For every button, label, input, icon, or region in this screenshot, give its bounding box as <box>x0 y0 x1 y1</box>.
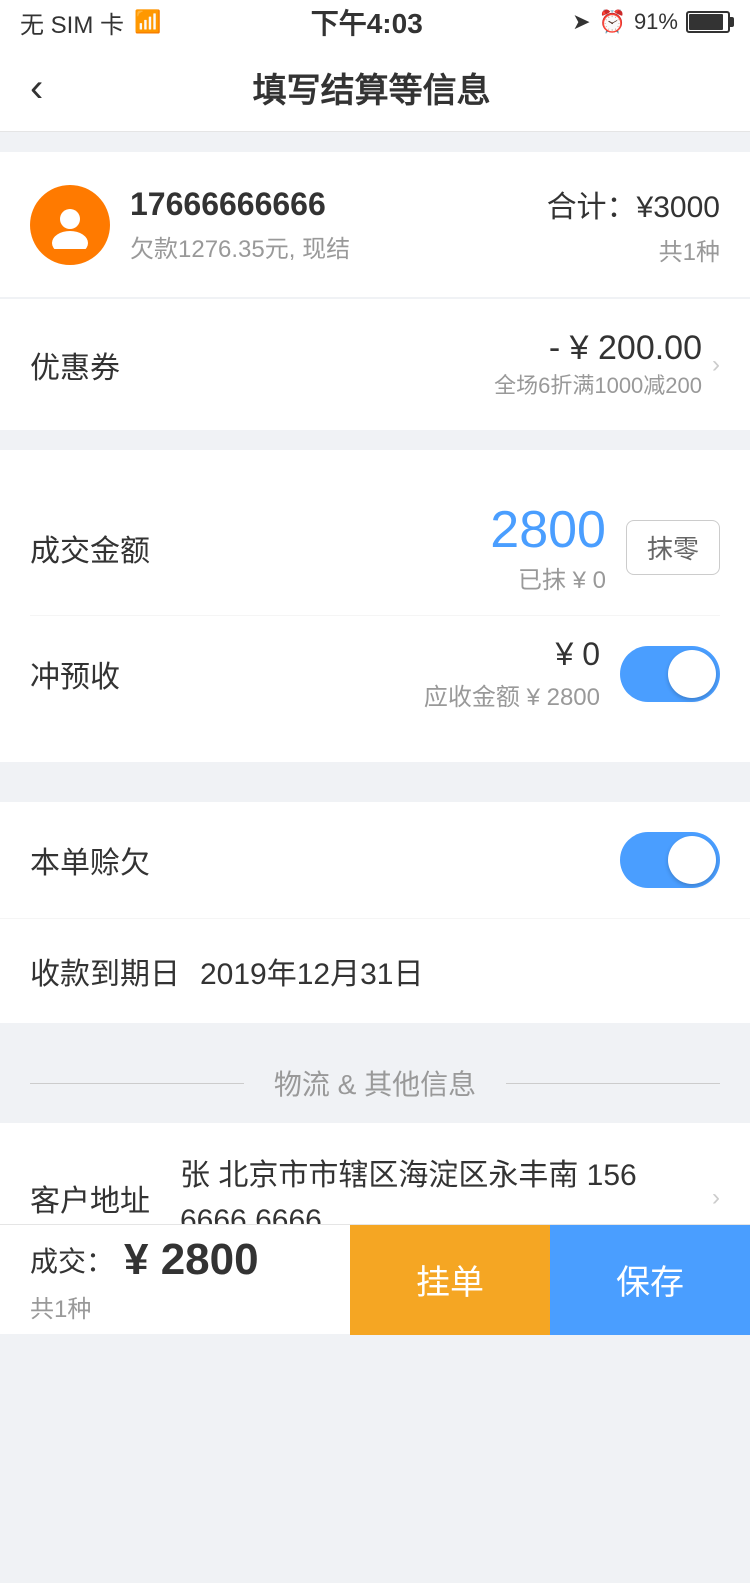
address-label: 客户地址 <box>30 1176 150 1220</box>
status-right: ➤ ⏰ 91% <box>572 9 730 35</box>
save-button[interactable]: 保存 <box>550 1225 750 1335</box>
logistics-divider: 物流 & 其他信息 <box>0 1043 750 1123</box>
toggle-knob <box>668 650 716 698</box>
hang-button[interactable]: 挂单 <box>350 1225 550 1335</box>
user-info-left: 17666666666 欠款1276.35元, 现结 <box>30 185 350 265</box>
amount-sub: 已抹 ¥ 0 <box>490 560 606 595</box>
bottom-padding <box>0 1473 750 1583</box>
coupon-section[interactable]: 优惠券 - ¥ 200.00 全场6折满1000减200 › <box>0 299 750 430</box>
coupon-label: 优惠券 <box>30 343 120 387</box>
debt-section: 本单赊欠 <box>0 802 750 918</box>
page-title: 填写结算等信息 <box>63 63 680 112</box>
round-button[interactable]: 抹零 <box>626 520 720 575</box>
user-total-area: 合计：¥3000 共1种 <box>547 182 720 267</box>
amount-section: 成交金额 2800 已抹 ¥ 0 抹零 冲预收 ¥ 0 应收金额 ¥ 2800 <box>0 450 750 762</box>
coupon-discount: - ¥ 200.00 <box>494 329 702 368</box>
bottom-deal-label: 成交： <box>30 1240 114 1280</box>
avatar <box>30 185 110 265</box>
prereceive-sub: 应收金额 ¥ 2800 <box>424 677 600 712</box>
coupon-desc: 全场6折满1000减200 <box>494 368 702 400</box>
user-card: 17666666666 欠款1276.35元, 现结 合计：¥3000 共1种 <box>0 152 750 297</box>
alarm-icon: ⏰ <box>599 9 626 35</box>
logistics-text: 物流 & 其他信息 <box>274 1063 476 1103</box>
section-divider-1 <box>0 430 750 450</box>
status-left: 无 SIM 卡 📶 <box>20 5 161 40</box>
divider-line-left <box>30 1083 244 1084</box>
bottom-count: 共1种 <box>30 1289 320 1324</box>
prereceive-value-area: ¥ 0 应收金额 ¥ 2800 <box>424 636 600 712</box>
prereceive-row: 冲预收 ¥ 0 应收金额 ¥ 2800 <box>30 615 720 732</box>
location-icon: ➤ <box>572 9 590 35</box>
user-total: 合计：¥3000 <box>547 182 720 226</box>
section-divider-2 <box>0 762 750 782</box>
debt-toggle[interactable] <box>620 832 720 888</box>
prereceive-label: 冲预收 <box>30 652 120 696</box>
bottom-deal: 成交： ¥ 2800 <box>30 1235 320 1285</box>
bottom-summary: 成交： ¥ 2800 共1种 <box>0 1235 350 1324</box>
coupon-chevron-icon: › <box>712 351 720 379</box>
battery-percent: 91% <box>634 9 678 35</box>
prereceive-value: ¥ 0 <box>424 636 600 673</box>
carrier-label: 无 SIM 卡 <box>20 5 124 40</box>
user-debt: 欠款1276.35元, 现结 <box>130 229 350 264</box>
amount-value-area: 2800 已抹 ¥ 0 抹零 <box>490 500 720 595</box>
divider-line-right <box>506 1083 720 1084</box>
prereceive-toggle[interactable] <box>620 646 720 702</box>
duedate-value: 2019年12月31日 <box>200 949 423 993</box>
amount-number: 2800 <box>490 500 606 560</box>
amount-row: 成交金额 2800 已抹 ¥ 0 抹零 <box>30 480 720 615</box>
user-phone: 17666666666 <box>130 186 350 223</box>
hang-button-label: 挂单 <box>416 1255 484 1304</box>
user-details: 17666666666 欠款1276.35元, 现结 <box>130 186 350 264</box>
user-count: 共1种 <box>547 232 720 267</box>
amount-label: 成交金额 <box>30 526 150 570</box>
bottom-bar: 成交： ¥ 2800 共1种 挂单 保存 <box>0 1224 750 1334</box>
coupon-right: - ¥ 200.00 全场6折满1000减200 › <box>494 329 720 400</box>
wifi-icon: 📶 <box>134 9 161 35</box>
debt-toggle-knob <box>668 836 716 884</box>
status-bar: 无 SIM 卡 📶 下午4:03 ➤ ⏰ 91% <box>0 0 750 44</box>
address-chevron-icon: › <box>712 1184 720 1212</box>
nav-bar: ‹ 填写结算等信息 <box>0 44 750 132</box>
duedate-section: 收款到期日 2019年12月31日 <box>0 918 750 1023</box>
status-time: 下午4:03 <box>311 2 423 42</box>
battery-icon <box>686 11 730 33</box>
bottom-deal-amount: ¥ 2800 <box>124 1235 259 1285</box>
save-button-label: 保存 <box>616 1255 684 1304</box>
duedate-label: 收款到期日 <box>30 949 180 993</box>
prereceive-right: ¥ 0 应收金额 ¥ 2800 <box>424 636 720 712</box>
debt-label: 本单赊欠 <box>30 838 150 882</box>
back-button[interactable]: ‹ <box>30 68 43 108</box>
